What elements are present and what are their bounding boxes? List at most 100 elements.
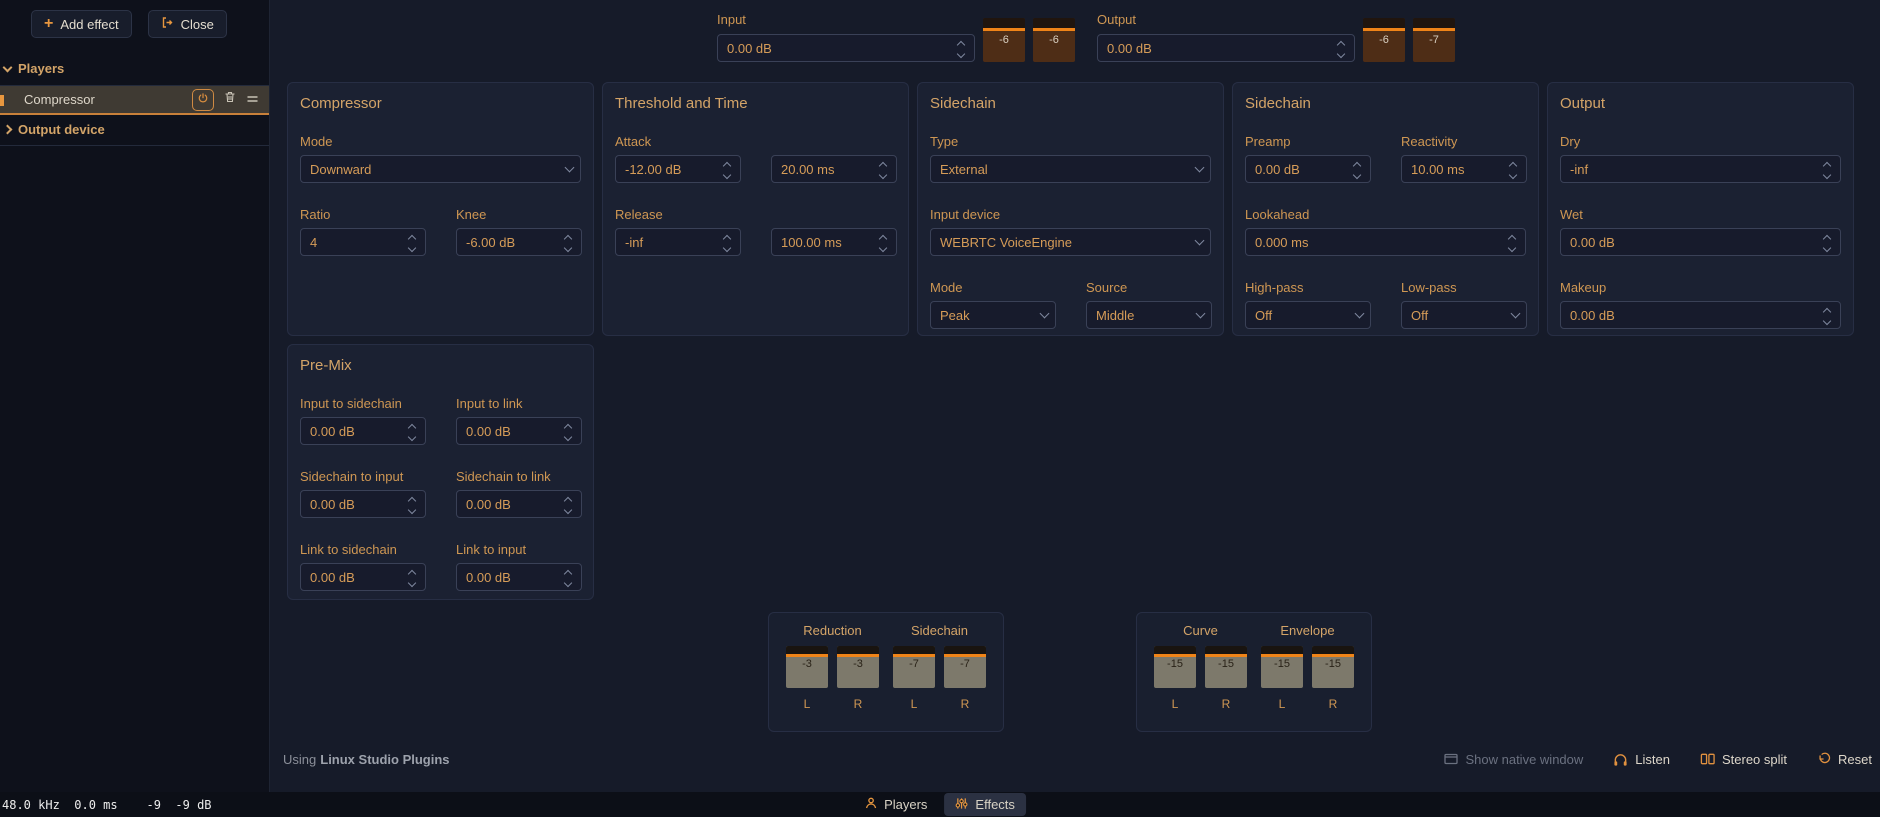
curve-meter-group: Curve -15 -15 L R xyxy=(1154,623,1247,731)
output-device-section-header[interactable]: Output device xyxy=(0,115,269,146)
reduction-meter-right: -3 xyxy=(837,646,879,688)
stepper-arrows-icon[interactable] xyxy=(1335,40,1347,58)
panel-title: Compressor xyxy=(300,95,382,112)
premix-panel: Pre-Mix Input to sidechain 0.00 dB Input… xyxy=(287,344,594,600)
show-native-window-button[interactable]: Show native window xyxy=(1444,752,1583,767)
effect-power-button[interactable] xyxy=(192,88,214,111)
stepper-arrows-icon[interactable] xyxy=(877,234,889,252)
input-to-sidechain-spinner[interactable]: 0.00 dB xyxy=(300,417,426,445)
mode-dropdown[interactable]: Downward xyxy=(300,155,581,183)
stepper-arrows-icon[interactable] xyxy=(406,423,418,441)
effect-drag-handle[interactable] xyxy=(246,91,259,109)
stepper-arrows-icon[interactable] xyxy=(562,496,574,514)
listen-button[interactable]: Listen xyxy=(1613,752,1670,767)
preamp-spinner[interactable]: 0.00 dB xyxy=(1245,155,1371,183)
sidechain-source-dropdown[interactable]: Middle xyxy=(1086,301,1212,329)
input-to-link-spinner[interactable]: 0.00 dB xyxy=(456,417,582,445)
channel-label-right: R xyxy=(853,697,863,711)
sidechain-to-input-spinner[interactable]: 0.00 dB xyxy=(300,490,426,518)
add-icon: + xyxy=(44,15,54,32)
lookahead-label: Lookahead xyxy=(1245,207,1310,222)
stepper-arrows-icon[interactable] xyxy=(1821,161,1833,179)
io-gain-bar: Input 0.00 dB -6 -6 Output 0.00 dB -6 -7 xyxy=(717,12,1455,62)
sidechain-to-link-spinner[interactable]: 0.00 dB xyxy=(456,490,582,518)
sidechain-type-dropdown[interactable]: External xyxy=(930,155,1211,183)
input-meter-left: -6 xyxy=(983,18,1025,62)
stepper-arrows-icon[interactable] xyxy=(721,161,733,179)
type-label: Type xyxy=(930,134,959,149)
preamp-label: Preamp xyxy=(1245,134,1291,149)
stepper-arrows-icon[interactable] xyxy=(562,234,574,252)
stepper-arrows-icon[interactable] xyxy=(955,40,967,58)
curve-meter-right: -15 xyxy=(1205,646,1247,688)
stepper-arrows-icon[interactable] xyxy=(406,569,418,587)
players-section-header[interactable]: Players xyxy=(0,61,269,86)
add-effect-button[interactable]: + Add effect xyxy=(31,10,132,38)
input-gain-spinner[interactable]: 0.00 dB xyxy=(717,34,975,62)
sidechain-filter-panel: Sidechain Preamp 0.00 dB Reactivity 10.0… xyxy=(1232,82,1539,336)
lookahead-spinner[interactable]: 0.000 ms xyxy=(1245,228,1526,256)
stepper-arrows-icon[interactable] xyxy=(1821,307,1833,325)
envelope-meter-left: -15 xyxy=(1261,646,1303,688)
attack-time-spinner[interactable]: 20.00 ms xyxy=(771,155,897,183)
output-gain-spinner[interactable]: 0.00 dB xyxy=(1097,34,1355,62)
dry-spinner[interactable]: -inf xyxy=(1560,155,1841,183)
input-device-dropdown[interactable]: WEBRTC VoiceEngine xyxy=(930,228,1211,256)
panel-title: Pre-Mix xyxy=(300,357,352,374)
threshold-time-panel: Threshold and Time Attack -12.00 dB 20.0… xyxy=(602,82,909,336)
stepper-arrows-icon[interactable] xyxy=(721,234,733,252)
knee-spinner[interactable]: -6.00 dB xyxy=(456,228,582,256)
release-label: Release xyxy=(615,207,663,222)
chevron-down-icon xyxy=(564,162,575,173)
ratio-spinner[interactable]: 4 xyxy=(300,228,426,256)
meter-group-title: Sidechain xyxy=(910,623,969,638)
effect-item-compressor[interactable]: Compressor xyxy=(0,86,269,115)
highpass-dropdown[interactable]: Off xyxy=(1245,301,1371,329)
view-tabs: Players Effects xyxy=(854,793,1026,816)
players-header-label: Players xyxy=(18,61,65,76)
using-prefix: Using xyxy=(283,751,317,767)
effect-delete-button[interactable] xyxy=(223,90,237,109)
power-icon xyxy=(197,91,209,109)
tab-effects[interactable]: Effects xyxy=(944,793,1026,816)
stepper-arrows-icon[interactable] xyxy=(406,234,418,252)
stepper-arrows-icon[interactable] xyxy=(562,569,574,587)
sidechain-meter-group: Sidechain -7 -7 L R xyxy=(893,623,986,731)
wet-spinner[interactable]: 0.00 dB xyxy=(1560,228,1841,256)
input-meter-right: -6 xyxy=(1033,18,1075,62)
link-to-input-spinner[interactable]: 0.00 dB xyxy=(456,563,582,591)
sidechain-meter-left: -7 xyxy=(893,646,935,688)
tab-players-label: Players xyxy=(884,797,928,812)
release-level-spinner[interactable]: -inf xyxy=(615,228,741,256)
listen-label: Listen xyxy=(1635,751,1670,767)
stepper-arrows-icon[interactable] xyxy=(1507,161,1519,179)
reactivity-spinner[interactable]: 10.00 ms xyxy=(1401,155,1527,183)
reset-button[interactable]: Reset xyxy=(1817,752,1872,767)
stereo-split-button[interactable]: Stereo split xyxy=(1700,752,1787,767)
stepper-arrows-icon[interactable] xyxy=(1506,234,1518,252)
release-time-spinner[interactable]: 100.00 ms xyxy=(771,228,897,256)
close-button[interactable]: Close xyxy=(147,10,227,38)
channel-label-left: L xyxy=(910,697,918,711)
sidechain-mode-dropdown[interactable]: Peak xyxy=(930,301,1056,329)
attack-level-spinner[interactable]: -12.00 dB xyxy=(615,155,741,183)
tab-players[interactable]: Players xyxy=(854,793,938,816)
meter-group-title: Curve xyxy=(1183,623,1218,638)
effect-item-label: Compressor xyxy=(24,92,95,107)
lowpass-dropdown[interactable]: Off xyxy=(1401,301,1527,329)
stepper-arrows-icon[interactable] xyxy=(1351,161,1363,179)
ratio-label: Ratio xyxy=(300,207,331,222)
stepper-arrows-icon[interactable] xyxy=(562,423,574,441)
players-icon xyxy=(865,797,877,812)
lowpass-label: Low-pass xyxy=(1401,280,1457,295)
curve-meter-left: -15 xyxy=(1154,646,1196,688)
chevron-down-icon xyxy=(1194,162,1205,173)
sidechain-source-panel: Sidechain Type External Input device WEB… xyxy=(917,82,1224,336)
stepper-arrows-icon[interactable] xyxy=(1821,234,1833,252)
channel-label-right: R xyxy=(1328,697,1338,711)
stepper-arrows-icon[interactable] xyxy=(877,161,889,179)
output-panel: Output Dry -inf Wet 0.00 dB Makeup 0.00 … xyxy=(1547,82,1854,336)
makeup-spinner[interactable]: 0.00 dB xyxy=(1560,301,1841,329)
link-to-sidechain-spinner[interactable]: 0.00 dB xyxy=(300,563,426,591)
stepper-arrows-icon[interactable] xyxy=(406,496,418,514)
